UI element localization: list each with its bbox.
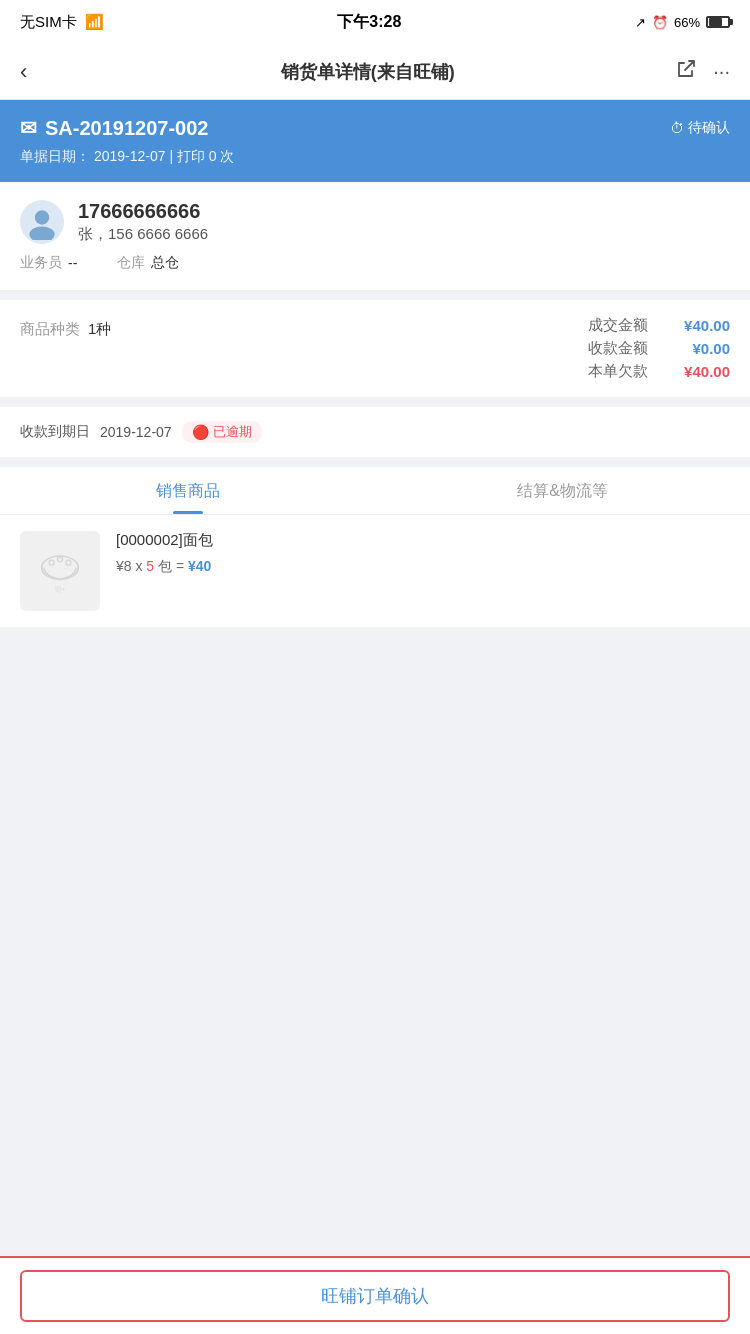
back-button[interactable]: ‹ [20,59,60,85]
tab-settlement[interactable]: 结算&物流等 [375,467,750,514]
owed-amount-row: 本单欠款 ¥40.00 [588,362,730,381]
order-id: ✉ SA-20191207-002 [20,116,208,140]
due-date-value: 2019-12-07 [100,424,172,440]
due-date-section: 收款到期日 2019-12-07 🔴 已逾期 [0,407,750,457]
alarm-icon: ⏰ [652,15,668,30]
svg-point-2 [42,556,79,579]
page-title: 销货单详情(来自旺铺) [281,60,455,84]
battery-percent: 66% [674,15,700,30]
svg-point-4 [58,557,63,562]
wifi-icon: 📶 [85,13,104,31]
status-left: 无SIM卡 📶 [20,13,104,32]
tab-products[interactable]: 销售商品 [0,467,375,514]
location-icon: ↗ [635,15,646,30]
status-bar: 无SIM卡 📶 下午3:28 ↗ ⏰ 66% [0,0,750,44]
order-status: ⏱ 待确认 [670,119,730,137]
status-clock-icon: ⏱ [670,120,684,136]
customer-name: 张，156 6666 6666 [78,225,208,244]
product-types: 商品种类 1种 [20,316,111,339]
more-icon[interactable]: ··· [713,60,730,83]
warehouse: 仓库 总仓 [117,254,179,272]
nav-bar: ‹ 销货单详情(来自旺铺) ··· [0,44,750,100]
avatar [20,200,64,244]
svg-point-1 [29,227,54,241]
order-header: ✉ SA-20191207-002 ⏱ 待确认 单据日期： 2019-12-07… [0,100,750,182]
battery-icon [706,16,730,28]
content-area [0,627,750,847]
product-thumbnail: 野+ [20,531,100,611]
sales-rep: 业务员 -- [20,254,77,272]
order-date: 单据日期： 2019-12-07 | 打印 0 次 [20,148,730,166]
amounts-right: 成交金额 ¥40.00 收款金额 ¥0.00 本单欠款 ¥40.00 [588,316,730,381]
received-amount-row: 收款金额 ¥0.00 [588,339,730,358]
status-right: ↗ ⏰ 66% [635,15,730,30]
order-id-icon: ✉ [20,116,37,140]
share-icon[interactable] [675,58,697,85]
overdue-icon: 🔴 [192,424,209,440]
amount-section: 商品种类 1种 成交金额 ¥40.00 收款金额 ¥0.00 本单欠款 ¥40.… [0,300,750,397]
product-price: ¥8 x 5 包 = ¥40 [116,558,730,576]
nav-actions: ··· [675,58,730,85]
customer-phone: 17666666666 [78,200,208,223]
bottom-bar: 旺铺订单确认 [0,1256,750,1334]
svg-text:野+: 野+ [55,586,66,593]
tabs-section: 销售商品 结算&物流等 [0,467,750,515]
carrier-text: 无SIM卡 [20,13,77,32]
svg-point-3 [49,560,54,565]
due-date-label: 收款到期日 [20,423,90,441]
svg-point-5 [66,560,71,565]
product-section: 野+ [0000002]面包 ¥8 x 5 包 = ¥40 [0,515,750,627]
overdue-text: 已逾期 [213,423,252,441]
product-details: [0000002]面包 ¥8 x 5 包 = ¥40 [116,531,730,576]
product-name: [0000002]面包 [116,531,730,550]
confirm-order-button[interactable]: 旺铺订单确认 [20,1270,730,1322]
status-time: 下午3:28 [337,12,401,33]
svg-point-0 [35,210,49,224]
product-item: 野+ [0000002]面包 ¥8 x 5 包 = ¥40 [0,515,750,627]
deal-amount-row: 成交金额 ¥40.00 [588,316,730,335]
customer-section: 17666666666 张，156 6666 6666 业务员 -- 仓库 总仓 [0,182,750,290]
overdue-badge: 🔴 已逾期 [182,421,262,443]
